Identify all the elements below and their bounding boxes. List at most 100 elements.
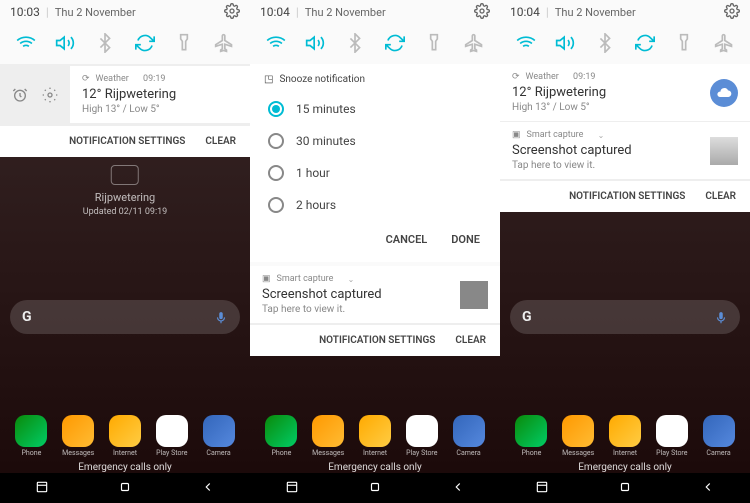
app-phone[interactable]: Phone xyxy=(15,415,47,457)
cancel-button[interactable]: CANCEL xyxy=(386,233,428,246)
clear-button[interactable]: CLEAR xyxy=(205,136,236,147)
clear-button[interactable]: CLEAR xyxy=(455,335,486,346)
gear-icon[interactable] xyxy=(724,3,740,22)
radio-icon xyxy=(268,101,284,117)
wifi-icon[interactable] xyxy=(515,32,537,54)
location-icon: ⟳ xyxy=(512,72,520,82)
done-button[interactable]: DONE xyxy=(451,233,480,246)
bluetooth-icon[interactable] xyxy=(594,32,616,54)
mic-icon[interactable] xyxy=(214,310,228,324)
google-search-bar[interactable]: G xyxy=(10,300,240,334)
app-camera[interactable]: Camera xyxy=(453,415,485,457)
radio-icon xyxy=(268,133,284,149)
weather-widget[interactable]: Rijpwetering Updated 02/11 09:19 xyxy=(83,165,167,217)
weather-notification[interactable]: ⟳Weather 09:19 12° Rijpwetering High 13°… xyxy=(70,66,250,123)
date: Thu 2 November xyxy=(55,6,136,19)
flashlight-icon[interactable] xyxy=(173,32,195,54)
notification-settings-button[interactable]: NOTIFICATION SETTINGS xyxy=(569,191,685,202)
app-dock: Phone Messages Internet Play Store Camer… xyxy=(250,415,500,457)
notification-settings-button[interactable]: NOTIFICATION SETTINGS xyxy=(69,136,185,147)
home-button[interactable] xyxy=(368,479,382,498)
airplane-icon[interactable] xyxy=(463,32,485,54)
app-dock: Phone Messages Internet Play Store Camer… xyxy=(500,415,750,457)
google-logo-icon: G xyxy=(22,309,38,325)
quick-settings xyxy=(500,24,750,64)
recents-button[interactable] xyxy=(35,479,49,498)
flashlight-icon[interactable] xyxy=(673,32,695,54)
capture-icon: ▣ xyxy=(512,130,521,140)
chevron-down-icon[interactable]: ⌄ xyxy=(598,131,605,140)
app-internet[interactable]: Internet xyxy=(609,415,641,457)
cloud-icon xyxy=(710,79,738,107)
clear-button[interactable]: CLEAR xyxy=(705,191,736,202)
date: Thu 2 November xyxy=(555,6,636,19)
app-playstore[interactable]: Play Store xyxy=(406,415,438,457)
gear-icon[interactable] xyxy=(224,3,240,22)
snooze-option-15min[interactable]: 15 minutes xyxy=(264,93,486,125)
rotate-icon[interactable] xyxy=(634,32,656,54)
app-messages[interactable]: Messages xyxy=(312,415,344,457)
snooze-option-30min[interactable]: 30 minutes xyxy=(264,125,486,157)
flashlight-icon[interactable] xyxy=(423,32,445,54)
emergency-text: Emergency calls only xyxy=(500,462,750,473)
screenshot-notification[interactable]: ▣Smart capture ⌄ Screenshot captured Tap… xyxy=(250,266,500,324)
navigation-bar xyxy=(500,473,750,503)
app-playstore[interactable]: Play Store xyxy=(656,415,688,457)
gear-icon[interactable] xyxy=(474,3,490,22)
phone-screen-3: 10:04 | Thu 2 November ⟳Weather 09:19 12… xyxy=(500,0,750,503)
emergency-text: Emergency calls only xyxy=(0,462,250,473)
phone-screen-2: 10:04 | Thu 2 November ◳Snooze notificat… xyxy=(250,0,500,503)
clock: 10:04 xyxy=(260,5,290,19)
bluetooth-icon[interactable] xyxy=(344,32,366,54)
rotate-icon[interactable] xyxy=(134,32,156,54)
google-logo-icon: G xyxy=(522,309,538,325)
recents-button[interactable] xyxy=(285,479,299,498)
location-icon: ⟳ xyxy=(82,74,90,84)
app-internet[interactable]: Internet xyxy=(359,415,391,457)
emergency-text: Emergency calls only xyxy=(250,462,500,473)
snooze-option-2hours[interactable]: 2 hours xyxy=(264,189,486,221)
snooze-option-1hour[interactable]: 1 hour xyxy=(264,157,486,189)
app-internet[interactable]: Internet xyxy=(109,415,141,457)
wifi-icon[interactable] xyxy=(265,32,287,54)
airplane-icon[interactable] xyxy=(713,32,735,54)
sound-icon[interactable] xyxy=(54,32,76,54)
phone-screen-1: 10:03 | Thu 2 November ⟳Weather 09:19 12… xyxy=(0,0,250,503)
notification-shade: 10:03 | Thu 2 November ⟳Weather 09:19 12… xyxy=(0,0,250,157)
rotate-icon[interactable] xyxy=(384,32,406,54)
navigation-bar xyxy=(250,473,500,503)
back-button[interactable] xyxy=(201,479,215,498)
airplane-icon[interactable] xyxy=(213,32,235,54)
home-button[interactable] xyxy=(618,479,632,498)
navigation-bar xyxy=(0,473,250,503)
screenshot-thumbnail[interactable] xyxy=(460,281,488,309)
weather-notification[interactable]: ⟳Weather 09:19 12° Rijpwetering High 13°… xyxy=(500,64,750,122)
app-camera[interactable]: Camera xyxy=(703,415,735,457)
bluetooth-icon[interactable] xyxy=(94,32,116,54)
recents-button[interactable] xyxy=(535,479,549,498)
back-button[interactable] xyxy=(701,479,715,498)
sound-icon[interactable] xyxy=(304,32,326,54)
gear-icon[interactable] xyxy=(36,81,64,109)
sound-icon[interactable] xyxy=(554,32,576,54)
app-camera[interactable]: Camera xyxy=(203,415,235,457)
screenshot-thumbnail[interactable] xyxy=(710,137,738,165)
screenshot-notification[interactable]: ▣Smart capture ⌄ Screenshot captured Tap… xyxy=(500,122,750,180)
snooze-icon[interactable] xyxy=(6,81,34,109)
app-playstore[interactable]: Play Store xyxy=(156,415,188,457)
home-button[interactable] xyxy=(118,479,132,498)
wifi-icon[interactable] xyxy=(15,32,37,54)
app-messages[interactable]: Messages xyxy=(562,415,594,457)
app-dock: Phone Messages Internet Play Store Camer… xyxy=(0,415,250,457)
app-phone[interactable]: Phone xyxy=(515,415,547,457)
back-button[interactable] xyxy=(451,479,465,498)
snooze-dialog: ◳Snooze notification 15 minutes 30 minut… xyxy=(250,64,500,262)
google-search-bar[interactable]: G xyxy=(510,300,740,334)
notification-settings-button[interactable]: NOTIFICATION SETTINGS xyxy=(319,335,435,346)
chevron-down-icon[interactable]: ⌄ xyxy=(348,275,355,284)
mic-icon[interactable] xyxy=(714,310,728,324)
app-messages[interactable]: Messages xyxy=(62,415,94,457)
quick-settings xyxy=(0,24,250,64)
app-phone[interactable]: Phone xyxy=(265,415,297,457)
date: Thu 2 November xyxy=(305,6,386,19)
